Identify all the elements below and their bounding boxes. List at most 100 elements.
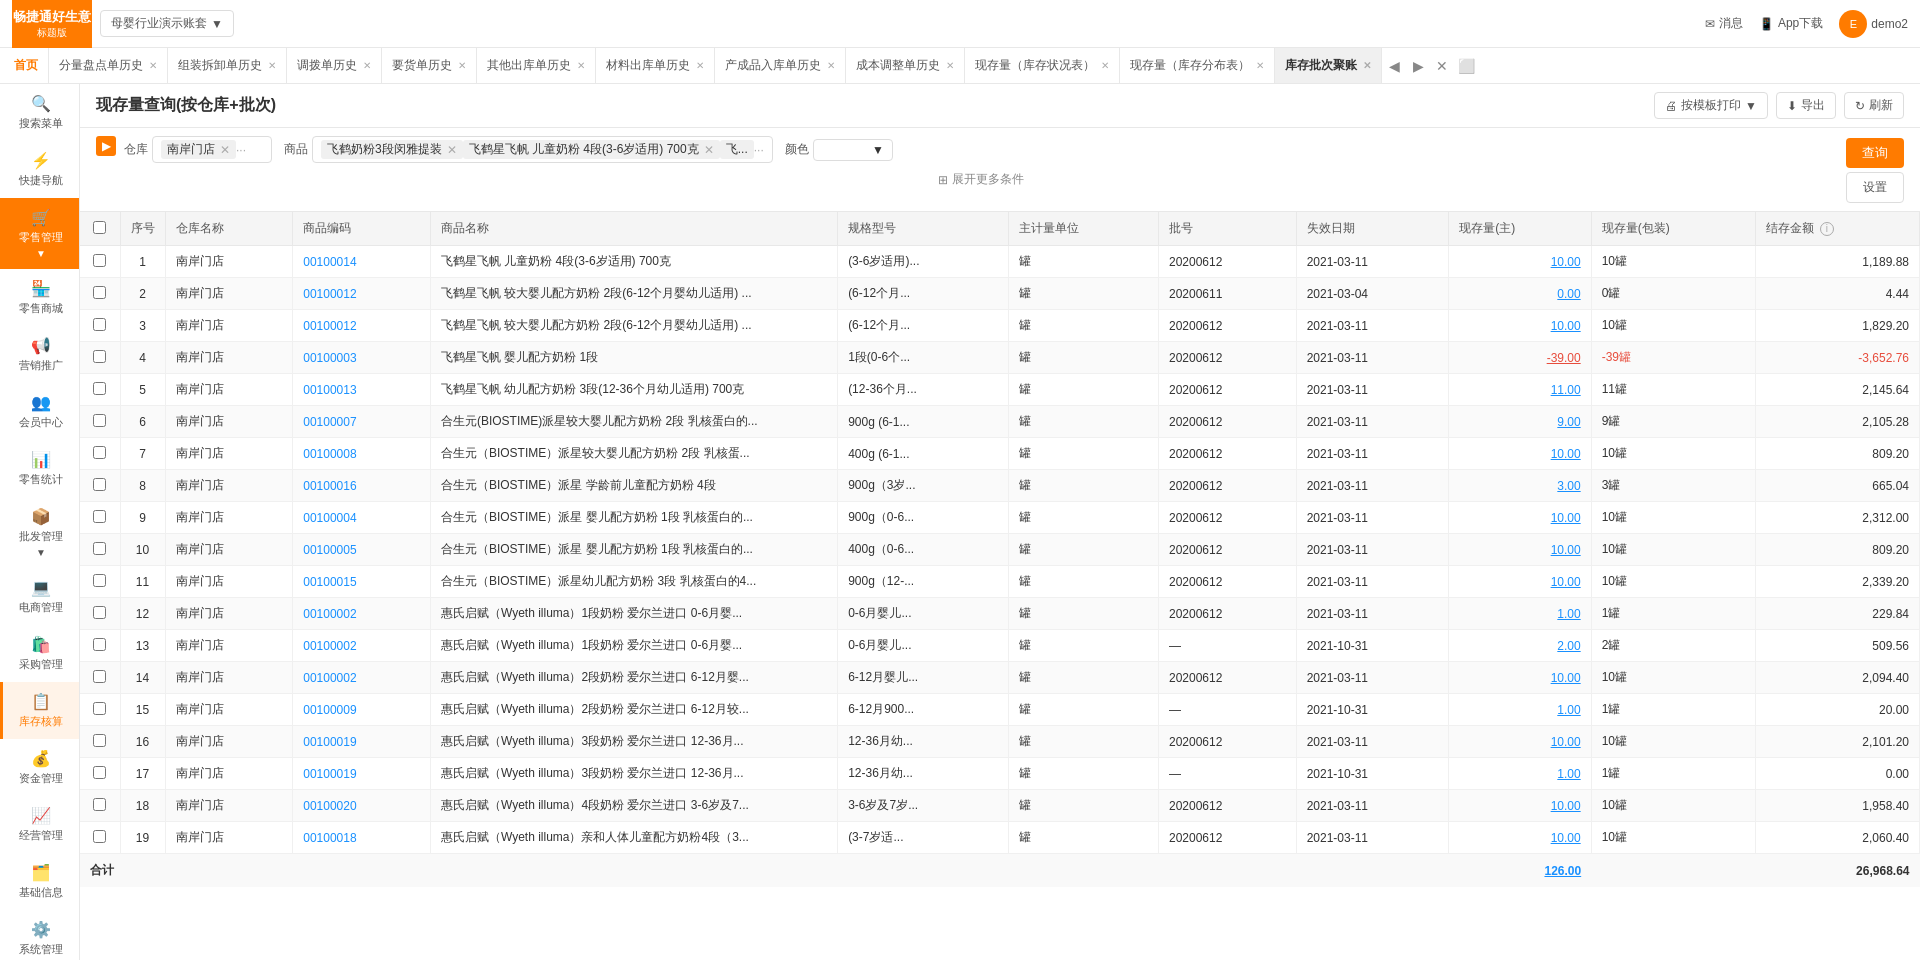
row-checkbox-11[interactable]	[80, 598, 120, 630]
sidebar-item-retail[interactable]: 🛒 零售管理 ▼	[0, 198, 79, 269]
workspace-selector[interactable]: 母婴行业演示账套 ▼	[100, 10, 234, 37]
sidebar-item-system[interactable]: ⚙️ 系统管理	[0, 910, 79, 960]
row-checkbox-14[interactable]	[80, 694, 120, 726]
row-checkbox-17[interactable]	[80, 790, 120, 822]
row-checkbox-15[interactable]	[80, 726, 120, 758]
warehouse-tag-close[interactable]: ✕	[220, 143, 230, 157]
row-stock-main-8[interactable]: 10.00	[1449, 502, 1592, 534]
product-tag-close-1[interactable]: ✕	[704, 143, 714, 157]
sidebar-item-marketing[interactable]: 📢 营销推广	[0, 326, 79, 383]
row-checkbox-5[interactable]	[80, 406, 120, 438]
query-button[interactable]: 查询	[1846, 138, 1904, 168]
export-btn[interactable]: ⬇ 导出	[1776, 92, 1836, 119]
tab-close-other-out[interactable]: ✕	[577, 60, 585, 71]
row-stock-main-5[interactable]: 9.00	[1449, 406, 1592, 438]
color-input[interactable]: ▼	[813, 139, 893, 161]
warehouse-input[interactable]: 南岸门店 ✕ ···	[152, 136, 272, 163]
sidebar-item-search[interactable]: 🔍 搜索菜单	[0, 84, 79, 141]
tab-material-out[interactable]: 材料出库单历史 ✕	[596, 48, 715, 84]
tab-prev[interactable]: ◀	[1382, 48, 1406, 84]
row-stock-main-3[interactable]: -39.00	[1449, 342, 1592, 374]
row-stock-main-17[interactable]: 10.00	[1449, 790, 1592, 822]
tab-combo[interactable]: 组装拆卸单历史 ✕	[168, 48, 287, 84]
tab-req[interactable]: 要货单历史 ✕	[382, 48, 477, 84]
tab-close-stock-status[interactable]: ✕	[1101, 60, 1109, 71]
tab-product-in[interactable]: 产成品入库单历史 ✕	[715, 48, 846, 84]
row-checkbox-3[interactable]	[80, 342, 120, 374]
row-stock-main-7[interactable]: 3.00	[1449, 470, 1592, 502]
tab-batch[interactable]: 库存批次聚账 ✕	[1275, 48, 1382, 84]
sidebar-item-wholesale[interactable]: 📦 批发管理 ▼	[0, 497, 79, 568]
tab-close-req[interactable]: ✕	[458, 60, 466, 71]
download-btn[interactable]: 📱 App下载	[1759, 15, 1823, 32]
row-checkbox-8[interactable]	[80, 502, 120, 534]
balance-info-icon[interactable]: i	[1820, 222, 1834, 236]
expand-btn[interactable]: ⊞ 展开更多条件	[938, 171, 1024, 188]
settings-button[interactable]: 设置	[1846, 172, 1904, 203]
tab-close-product-in[interactable]: ✕	[827, 60, 835, 71]
row-checkbox-16[interactable]	[80, 758, 120, 790]
row-stock-main-12[interactable]: 2.00	[1449, 630, 1592, 662]
tab-close-batch[interactable]: ✕	[1363, 60, 1371, 71]
tab-close-mix[interactable]: ✕	[363, 60, 371, 71]
row-checkbox-10[interactable]	[80, 566, 120, 598]
row-checkbox-1[interactable]	[80, 278, 120, 310]
row-stock-main-10[interactable]: 10.00	[1449, 566, 1592, 598]
sidebar-item-store[interactable]: 🏪 零售商城	[0, 269, 79, 326]
row-stock-main-18[interactable]: 10.00	[1449, 822, 1592, 854]
sidebar-item-operation[interactable]: 📈 经营管理	[0, 796, 79, 853]
row-stock-main-0[interactable]: 10.00	[1449, 246, 1592, 278]
row-stock-main-15[interactable]: 10.00	[1449, 726, 1592, 758]
sidebar-item-basic[interactable]: 🗂️ 基础信息	[0, 853, 79, 910]
tab-split[interactable]: 分量盘点单历史 ✕	[49, 48, 168, 84]
tab-other-out[interactable]: 其他出库单历史 ✕	[477, 48, 596, 84]
row-checkbox-2[interactable]	[80, 310, 120, 342]
row-stock-main-11[interactable]: 1.00	[1449, 598, 1592, 630]
tab-mix[interactable]: 调拨单历史 ✕	[287, 48, 382, 84]
tab-maximize[interactable]: ⬜	[1454, 48, 1478, 84]
tab-close-cost-adj[interactable]: ✕	[946, 60, 954, 71]
row-checkbox-0[interactable]	[80, 246, 120, 278]
sidebar-item-purchase[interactable]: 🛍️ 采购管理	[0, 625, 79, 682]
row-stock-main-16[interactable]: 1.00	[1449, 758, 1592, 790]
refresh-btn[interactable]: ↻ 刷新	[1844, 92, 1904, 119]
row-stock-main-4[interactable]: 11.00	[1449, 374, 1592, 406]
tab-stock-status[interactable]: 现存量（库存状况表） ✕	[965, 48, 1120, 84]
row-checkbox-12[interactable]	[80, 630, 120, 662]
product-tag-close-0[interactable]: ✕	[447, 143, 457, 157]
row-checkbox-4[interactable]	[80, 374, 120, 406]
row-stock-main-6[interactable]: 10.00	[1449, 438, 1592, 470]
product-input[interactable]: 飞鹤奶粉3段闵雅提装 ✕ 飞鹤星飞帆 儿童奶粉 4段(3-6岁适用) 700克 …	[312, 136, 773, 163]
sidebar-item-stats[interactable]: 📊 零售统计	[0, 440, 79, 497]
tab-stock-dist[interactable]: 现存量（库存分布表） ✕	[1120, 48, 1275, 84]
message-btn[interactable]: ✉ 消息	[1705, 15, 1743, 32]
row-checkbox-13[interactable]	[80, 662, 120, 694]
sidebar-item-inventory[interactable]: 📋 库存核算	[0, 682, 79, 739]
tab-close-combo[interactable]: ✕	[268, 60, 276, 71]
row-stock-main-13[interactable]: 10.00	[1449, 662, 1592, 694]
tab-cost-adj[interactable]: 成本调整单历史 ✕	[846, 48, 965, 84]
tab-close-material-out[interactable]: ✕	[696, 60, 704, 71]
row-checkbox-6[interactable]	[80, 438, 120, 470]
row-checkbox-7[interactable]	[80, 470, 120, 502]
warehouse-ellipsis[interactable]: ···	[236, 143, 246, 157]
user-area[interactable]: E demo2	[1839, 10, 1908, 38]
row-stock-main-9[interactable]: 10.00	[1449, 534, 1592, 566]
expand-arrow[interactable]: ▶	[96, 136, 116, 156]
tab-next[interactable]: ▶	[1406, 48, 1430, 84]
sidebar-item-member[interactable]: 👥 会员中心	[0, 383, 79, 440]
sidebar-item-finance[interactable]: 💰 资金管理	[0, 739, 79, 796]
row-checkbox-18[interactable]	[80, 822, 120, 854]
row-stock-main-14[interactable]: 1.00	[1449, 694, 1592, 726]
tab-close-stock-dist[interactable]: ✕	[1256, 60, 1264, 71]
row-stock-main-2[interactable]: 10.00	[1449, 310, 1592, 342]
row-stock-main-1[interactable]: 0.00	[1449, 278, 1592, 310]
print-btn[interactable]: 🖨 按模板打印 ▼	[1654, 92, 1768, 119]
tab-close-all[interactable]: ✕	[1430, 48, 1454, 84]
row-checkbox-9[interactable]	[80, 534, 120, 566]
select-all-checkbox[interactable]	[93, 221, 106, 234]
tab-home[interactable]: 首页	[4, 48, 49, 84]
sidebar-item-nav[interactable]: ⚡ 快捷导航	[0, 141, 79, 198]
sidebar-item-ecommerce[interactable]: 💻 电商管理	[0, 568, 79, 625]
product-ellipsis[interactable]: ···	[754, 143, 764, 157]
